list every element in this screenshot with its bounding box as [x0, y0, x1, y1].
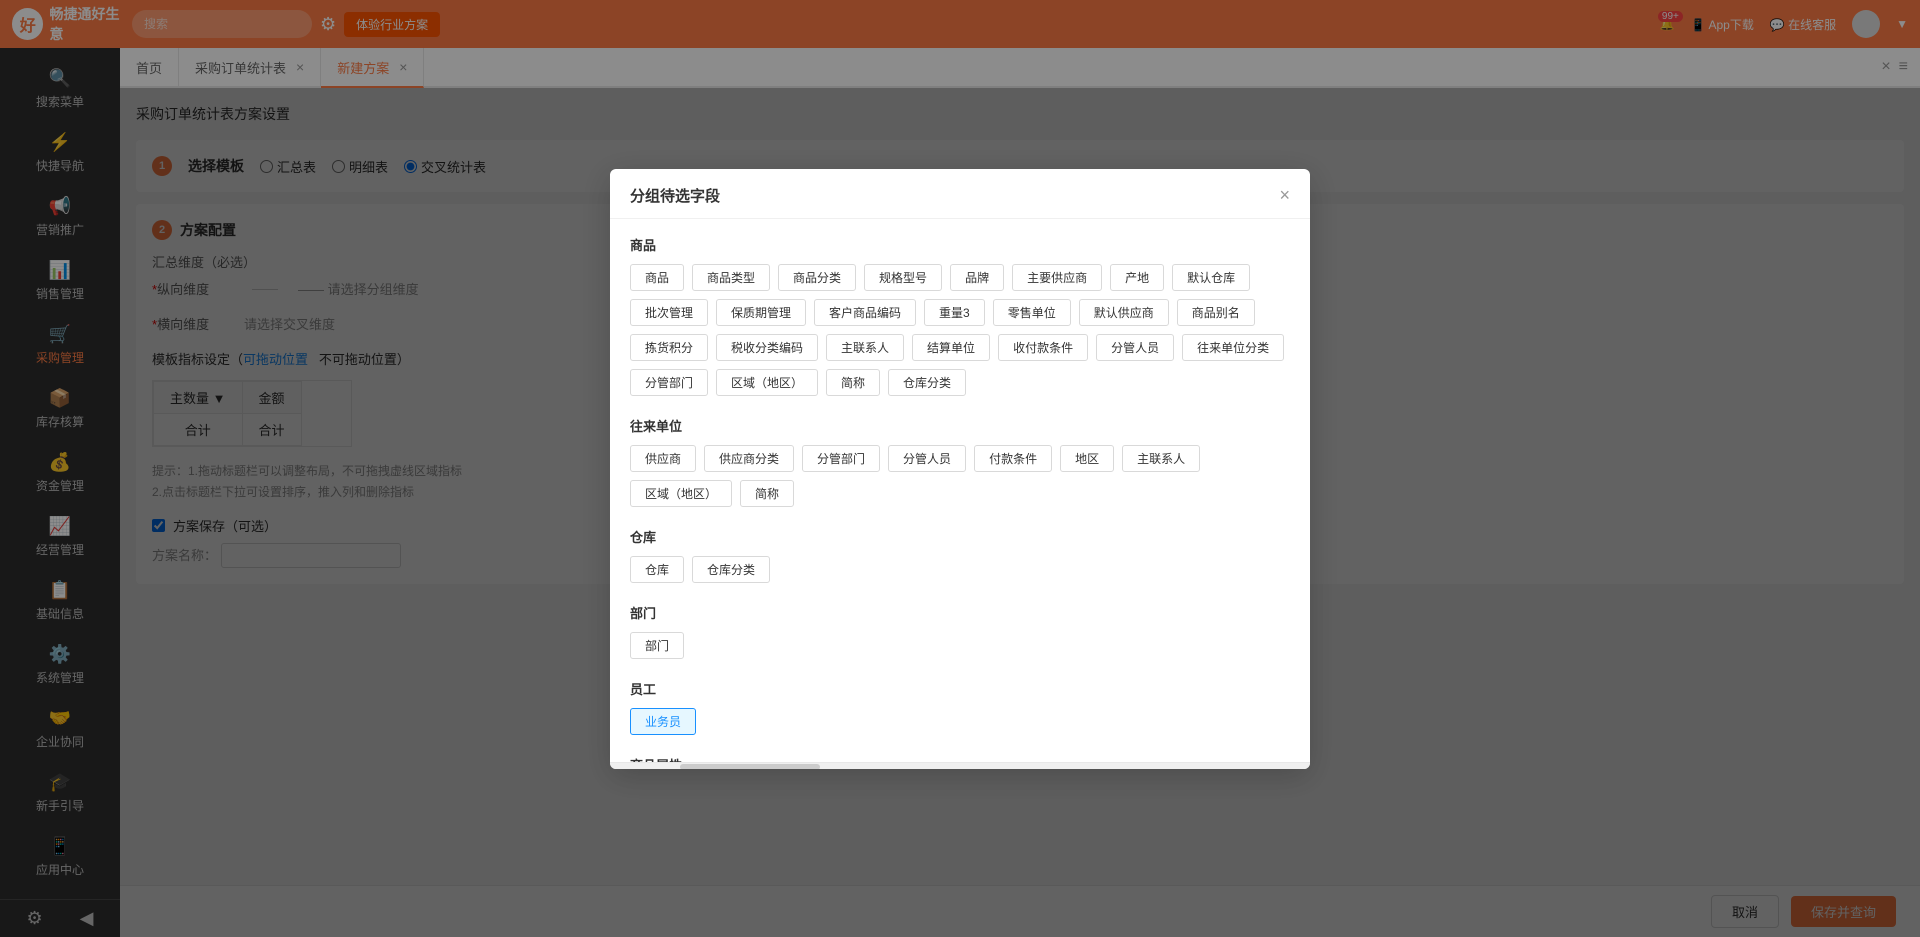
field-group-department-title: 部门: [630, 603, 1290, 622]
field-group-warehouse: 仓库 仓库 仓库分类: [630, 527, 1290, 583]
field-tag-partner-short-name[interactable]: 简称: [740, 480, 794, 507]
field-group-warehouse-title: 仓库: [630, 527, 1290, 546]
field-tags-employee: 业务员: [630, 708, 1290, 735]
field-tags-department: 部门: [630, 632, 1290, 659]
field-group-partner-title: 往来单位: [630, 416, 1290, 435]
field-tag-settlement-unit[interactable]: 结算单位: [912, 334, 990, 361]
field-tag-product[interactable]: 商品: [630, 264, 684, 291]
field-tag-district[interactable]: 地区: [1060, 445, 1114, 472]
field-tag-customer-product-code[interactable]: 客户商品编码: [814, 299, 916, 326]
field-tags-partner: 供应商 供应商分类 分管部门 分管人员 付款条件 地区 主联系人 区域（地区） …: [630, 445, 1290, 507]
field-tag-brand[interactable]: 品牌: [950, 264, 1004, 291]
field-tag-supervisor[interactable]: 分管人员: [1096, 334, 1174, 361]
field-tag-partner-payment-terms[interactable]: 付款条件: [974, 445, 1052, 472]
field-tag-dept[interactable]: 分管部门: [630, 369, 708, 396]
modal-scrollbar-thumb: [680, 764, 820, 769]
field-tag-department[interactable]: 部门: [630, 632, 684, 659]
field-tag-product-alias[interactable]: 商品别名: [1177, 299, 1255, 326]
field-tag-warehouse-cat[interactable]: 仓库分类: [692, 556, 770, 583]
field-group-product-attr: 商品属性 属性 颜色 多规格 尺码 鞋码 1: [630, 755, 1290, 762]
field-tag-partner-supervisor[interactable]: 分管人员: [888, 445, 966, 472]
field-group-department: 部门 部门: [630, 603, 1290, 659]
field-tag-tax-code[interactable]: 税收分类编码: [716, 334, 818, 361]
field-tag-partner-dept[interactable]: 分管部门: [802, 445, 880, 472]
field-tag-region[interactable]: 区域（地区）: [716, 369, 818, 396]
modal-horizontal-scrollbar[interactable]: [610, 762, 1310, 769]
field-tag-partner-main-contact[interactable]: 主联系人: [1122, 445, 1200, 472]
field-group-partner: 往来单位 供应商 供应商分类 分管部门 分管人员 付款条件 地区 主联系人 区域…: [630, 416, 1290, 507]
field-group-employee-title: 员工: [630, 679, 1290, 698]
field-group-product: 商品 商品 商品类型 商品分类 规格型号 品牌 主要供应商 产地 默认仓库 批次…: [630, 235, 1290, 396]
field-tag-main-supplier[interactable]: 主要供应商: [1012, 264, 1102, 291]
field-tag-partner-region[interactable]: 区域（地区）: [630, 480, 732, 507]
field-tags-warehouse: 仓库 仓库分类: [630, 556, 1290, 583]
field-tag-default-supplier[interactable]: 默认供应商: [1079, 299, 1169, 326]
field-tag-main-contact[interactable]: 主联系人: [826, 334, 904, 361]
field-tag-origin[interactable]: 产地: [1110, 264, 1164, 291]
field-tag-warehouse-category[interactable]: 仓库分类: [888, 369, 966, 396]
field-tag-partner-category[interactable]: 往来单位分类: [1182, 334, 1284, 361]
field-tag-product-category[interactable]: 商品分类: [778, 264, 856, 291]
field-tag-batch-management[interactable]: 批次管理: [630, 299, 708, 326]
field-tag-pick-points[interactable]: 拣货积分: [630, 334, 708, 361]
field-tag-product-type[interactable]: 商品类型: [692, 264, 770, 291]
field-tags-product: 商品 商品类型 商品分类 规格型号 品牌 主要供应商 产地 默认仓库 批次管理 …: [630, 264, 1290, 396]
field-tag-spec-model[interactable]: 规格型号: [864, 264, 942, 291]
field-tag-default-warehouse[interactable]: 默认仓库: [1172, 264, 1250, 291]
field-tag-supplier[interactable]: 供应商: [630, 445, 696, 472]
field-tag-weight3[interactable]: 重量3: [924, 299, 985, 326]
field-tag-short-name[interactable]: 简称: [826, 369, 880, 396]
field-tag-payment-terms[interactable]: 收付款条件: [998, 334, 1088, 361]
field-tag-expiry-management[interactable]: 保质期管理: [716, 299, 806, 326]
modal-header: 分组待选字段 ×: [610, 169, 1310, 219]
modal-title: 分组待选字段: [630, 185, 720, 206]
field-tag-warehouse[interactable]: 仓库: [630, 556, 684, 583]
modal-overlay: 分组待选字段 × 商品 商品 商品类型 商品分类 规格型号 品牌 主要供应商 产…: [0, 0, 1920, 937]
field-tag-supplier-category[interactable]: 供应商分类: [704, 445, 794, 472]
field-group-product-title: 商品: [630, 235, 1290, 254]
modal-close-button[interactable]: ×: [1279, 186, 1290, 204]
field-group-employee: 员工 业务员: [630, 679, 1290, 735]
field-tag-retail-unit[interactable]: 零售单位: [993, 299, 1071, 326]
modal-body: 商品 商品 商品类型 商品分类 规格型号 品牌 主要供应商 产地 默认仓库 批次…: [610, 219, 1310, 762]
field-group-product-attr-title: 商品属性: [630, 755, 1290, 762]
field-select-modal: 分组待选字段 × 商品 商品 商品类型 商品分类 规格型号 品牌 主要供应商 产…: [610, 169, 1310, 769]
field-tag-salesperson[interactable]: 业务员: [630, 708, 696, 735]
